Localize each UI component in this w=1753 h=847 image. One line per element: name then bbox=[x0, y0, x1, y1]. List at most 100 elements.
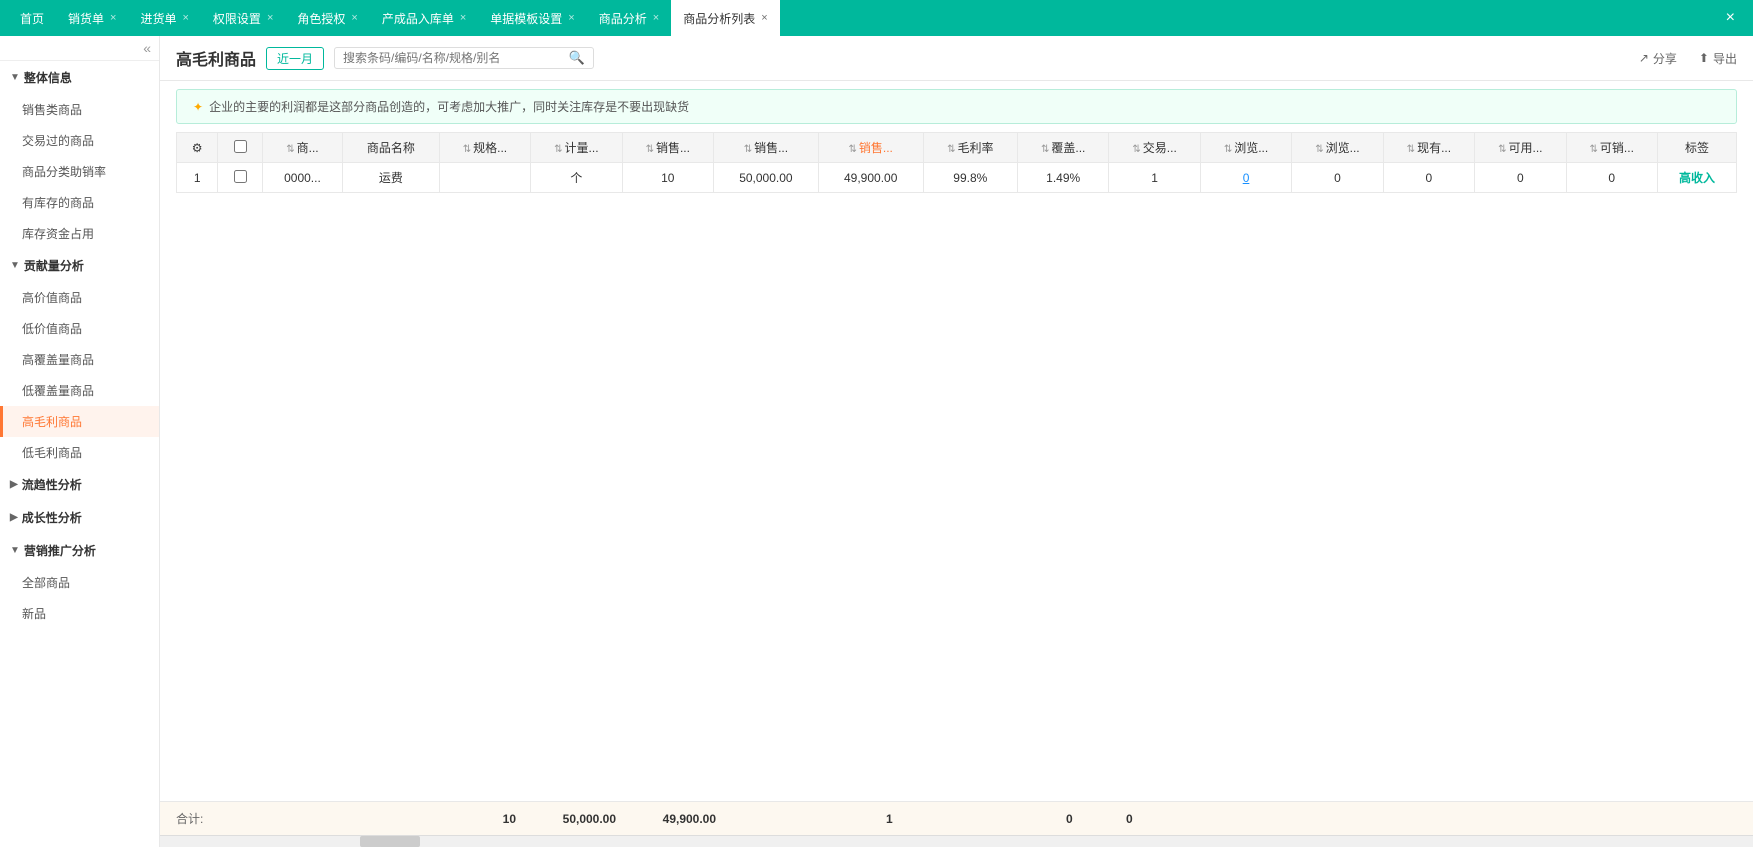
nav-permission-settings[interactable]: 权限设置 × bbox=[201, 0, 285, 36]
sidebar-item-inventory-capital[interactable]: 库存资金占用 bbox=[0, 218, 159, 249]
close-icon[interactable]: × bbox=[110, 12, 116, 24]
col-unit[interactable]: ⇅计量... bbox=[531, 133, 622, 163]
footer-cell-sellable: 0 bbox=[1099, 812, 1159, 826]
content-area: 高毛利商品 近一月 🔍 ↗ 分享 ⬆ 导出 ✦ 企业的主要的利润都是这部分商品创… bbox=[160, 36, 1753, 847]
col-code[interactable]: ⇅商... bbox=[262, 133, 342, 163]
data-table: ⚙ ⇅商... 商品名称 ⇅规格... ⇅计量... ⇅销售... ⇅销售...… bbox=[176, 132, 1737, 193]
chevron-right-icon: ▶ bbox=[10, 479, 18, 490]
footer-label: 合计: bbox=[176, 810, 203, 827]
table-row: 1 0000... 运费 个 10 50,000.00 49,900.00 99… bbox=[177, 163, 1737, 193]
sidebar-item-new-goods[interactable]: 新品 bbox=[0, 598, 159, 629]
content-header: 高毛利商品 近一月 🔍 ↗ 分享 ⬆ 导出 bbox=[160, 36, 1753, 81]
footer-cell-sales2: 50,000.00 bbox=[539, 812, 639, 826]
sidebar-item-low-coverage[interactable]: 低覆盖量商品 bbox=[0, 375, 159, 406]
col-spec[interactable]: ⇅规格... bbox=[439, 133, 530, 163]
cell-browse2: 0 bbox=[1292, 163, 1383, 193]
sidebar-item-category-sales-rate[interactable]: 商品分类助销率 bbox=[0, 156, 159, 187]
cell-sales3: 49,900.00 bbox=[818, 163, 923, 193]
cell-coverage: 1.49% bbox=[1017, 163, 1108, 193]
close-icon[interactable]: × bbox=[460, 12, 466, 24]
cell-sales2: 50,000.00 bbox=[714, 163, 819, 193]
search-input[interactable] bbox=[343, 51, 569, 65]
sidebar-group-overall[interactable]: ▼ 整体信息 bbox=[0, 61, 159, 94]
top-nav: 首页 销货单 × 进货单 × 权限设置 × 角色授权 × 产成品入库单 × 单据… bbox=[0, 0, 1753, 36]
window-close-button[interactable]: × bbox=[1716, 9, 1745, 27]
cell-current: 0 bbox=[1383, 163, 1474, 193]
cell-checkbox[interactable] bbox=[218, 163, 263, 193]
period-button[interactable]: 近一月 bbox=[266, 47, 324, 70]
nav-product-inbound[interactable]: 产成品入库单 × bbox=[370, 0, 478, 36]
sidebar-collapse-btn[interactable]: « bbox=[143, 40, 151, 56]
footer-cell-sales3: 49,900.00 bbox=[639, 812, 739, 826]
page-title: 高毛利商品 bbox=[176, 46, 256, 70]
sidebar-item-high-margin[interactable]: 高毛利商品 bbox=[0, 406, 159, 437]
col-coverage[interactable]: ⇅覆盖... bbox=[1017, 133, 1108, 163]
col-checkbox[interactable] bbox=[218, 133, 263, 163]
sidebar-item-low-value[interactable]: 低价值商品 bbox=[0, 313, 159, 344]
col-sales1[interactable]: ⇅销售... bbox=[622, 133, 713, 163]
close-icon[interactable]: × bbox=[568, 12, 574, 24]
close-icon[interactable]: × bbox=[267, 12, 273, 24]
col-margin[interactable]: ⇅毛利率 bbox=[923, 133, 1017, 163]
export-icon: ⬆ bbox=[1699, 51, 1709, 65]
close-icon[interactable]: × bbox=[182, 12, 188, 24]
share-button[interactable]: ↗ 分享 bbox=[1639, 50, 1677, 67]
nav-purchase-order[interactable]: 进货单 × bbox=[128, 0, 200, 36]
tip-icon: ✦ bbox=[193, 100, 203, 114]
footer-cell-available: 0 bbox=[1039, 812, 1099, 826]
nav-product-analysis-list[interactable]: 商品分析列表 × bbox=[671, 0, 779, 36]
table-container[interactable]: ⚙ ⇅商... 商品名称 ⇅规格... ⇅计量... ⇅销售... ⇅销售...… bbox=[160, 132, 1753, 801]
close-icon[interactable]: × bbox=[653, 12, 659, 24]
nav-role-auth[interactable]: 角色授权 × bbox=[285, 0, 369, 36]
sidebar-group-contribution[interactable]: ▼ 贡献量分析 bbox=[0, 249, 159, 282]
share-icon: ↗ bbox=[1639, 51, 1649, 65]
sidebar-item-sales-goods[interactable]: 销售类商品 bbox=[0, 94, 159, 125]
col-transactions[interactable]: ⇅交易... bbox=[1109, 133, 1200, 163]
sidebar-item-in-stock-goods[interactable]: 有库存的商品 bbox=[0, 187, 159, 218]
chevron-right-icon: ▶ bbox=[10, 512, 18, 523]
chevron-down-icon: ▼ bbox=[10, 260, 20, 271]
select-all-checkbox[interactable] bbox=[234, 140, 247, 153]
col-sales2[interactable]: ⇅销售... bbox=[714, 133, 819, 163]
search-box: 🔍 bbox=[334, 47, 594, 69]
footer-bar: 合计: 10 50,000.00 49,900.00 1 0 0 bbox=[160, 801, 1753, 835]
search-icon[interactable]: 🔍 bbox=[569, 50, 585, 66]
cell-available: 0 bbox=[1475, 163, 1566, 193]
col-browse1[interactable]: ⇅浏览... bbox=[1200, 133, 1291, 163]
cell-browse1[interactable]: 0 bbox=[1200, 163, 1291, 193]
nav-sales-order[interactable]: 销货单 × bbox=[56, 0, 128, 36]
sidebar-group-trend[interactable]: ▶ 流趋性分析 bbox=[0, 468, 159, 501]
cell-name: 运费 bbox=[342, 163, 439, 193]
export-button[interactable]: ⬆ 导出 bbox=[1699, 50, 1737, 67]
sidebar-item-low-margin[interactable]: 低毛利商品 bbox=[0, 437, 159, 468]
nav-template-settings[interactable]: 单据模板设置 × bbox=[478, 0, 586, 36]
sidebar-item-all-goods[interactable]: 全部商品 bbox=[0, 567, 159, 598]
horizontal-scrollbar[interactable] bbox=[160, 835, 1753, 847]
cell-spec bbox=[439, 163, 530, 193]
sidebar-item-high-coverage[interactable]: 高覆盖量商品 bbox=[0, 344, 159, 375]
sidebar-group-marketing[interactable]: ▼ 营销推广分析 bbox=[0, 534, 159, 567]
row-checkbox[interactable] bbox=[234, 170, 247, 183]
close-icon[interactable]: × bbox=[761, 12, 767, 24]
sidebar-item-traded-goods[interactable]: 交易过的商品 bbox=[0, 125, 159, 156]
close-icon[interactable]: × bbox=[351, 12, 357, 24]
cell-margin: 99.8% bbox=[923, 163, 1017, 193]
cell-sellable: 0 bbox=[1566, 163, 1657, 193]
col-browse2[interactable]: ⇅浏览... bbox=[1292, 133, 1383, 163]
nav-product-analysis[interactable]: 商品分析 × bbox=[587, 0, 671, 36]
nav-home[interactable]: 首页 bbox=[8, 0, 56, 36]
sidebar-item-high-value[interactable]: 高价值商品 bbox=[0, 282, 159, 313]
col-current[interactable]: ⇅现有... bbox=[1383, 133, 1474, 163]
col-sales3[interactable]: ⇅销售... bbox=[818, 133, 923, 163]
col-settings[interactable]: ⚙ bbox=[177, 133, 218, 163]
cell-sales1: 10 bbox=[622, 163, 713, 193]
footer-cell-sales1: 10 bbox=[479, 812, 539, 826]
col-available[interactable]: ⇅可用... bbox=[1475, 133, 1566, 163]
cell-code: 0000... bbox=[262, 163, 342, 193]
tip-text: 企业的主要的利润都是这部分商品创造的，可考虑加大推广，同时关注库存是不要出现缺货 bbox=[209, 98, 689, 115]
col-sellable[interactable]: ⇅可销... bbox=[1566, 133, 1657, 163]
sidebar-group-growth[interactable]: ▶ 成长性分析 bbox=[0, 501, 159, 534]
col-name: 商品名称 bbox=[342, 133, 439, 163]
main-layout: « ▼ 整体信息 销售类商品 交易过的商品 商品分类助销率 有库存的商品 库存资… bbox=[0, 36, 1753, 847]
chevron-down-icon: ▼ bbox=[10, 545, 20, 556]
